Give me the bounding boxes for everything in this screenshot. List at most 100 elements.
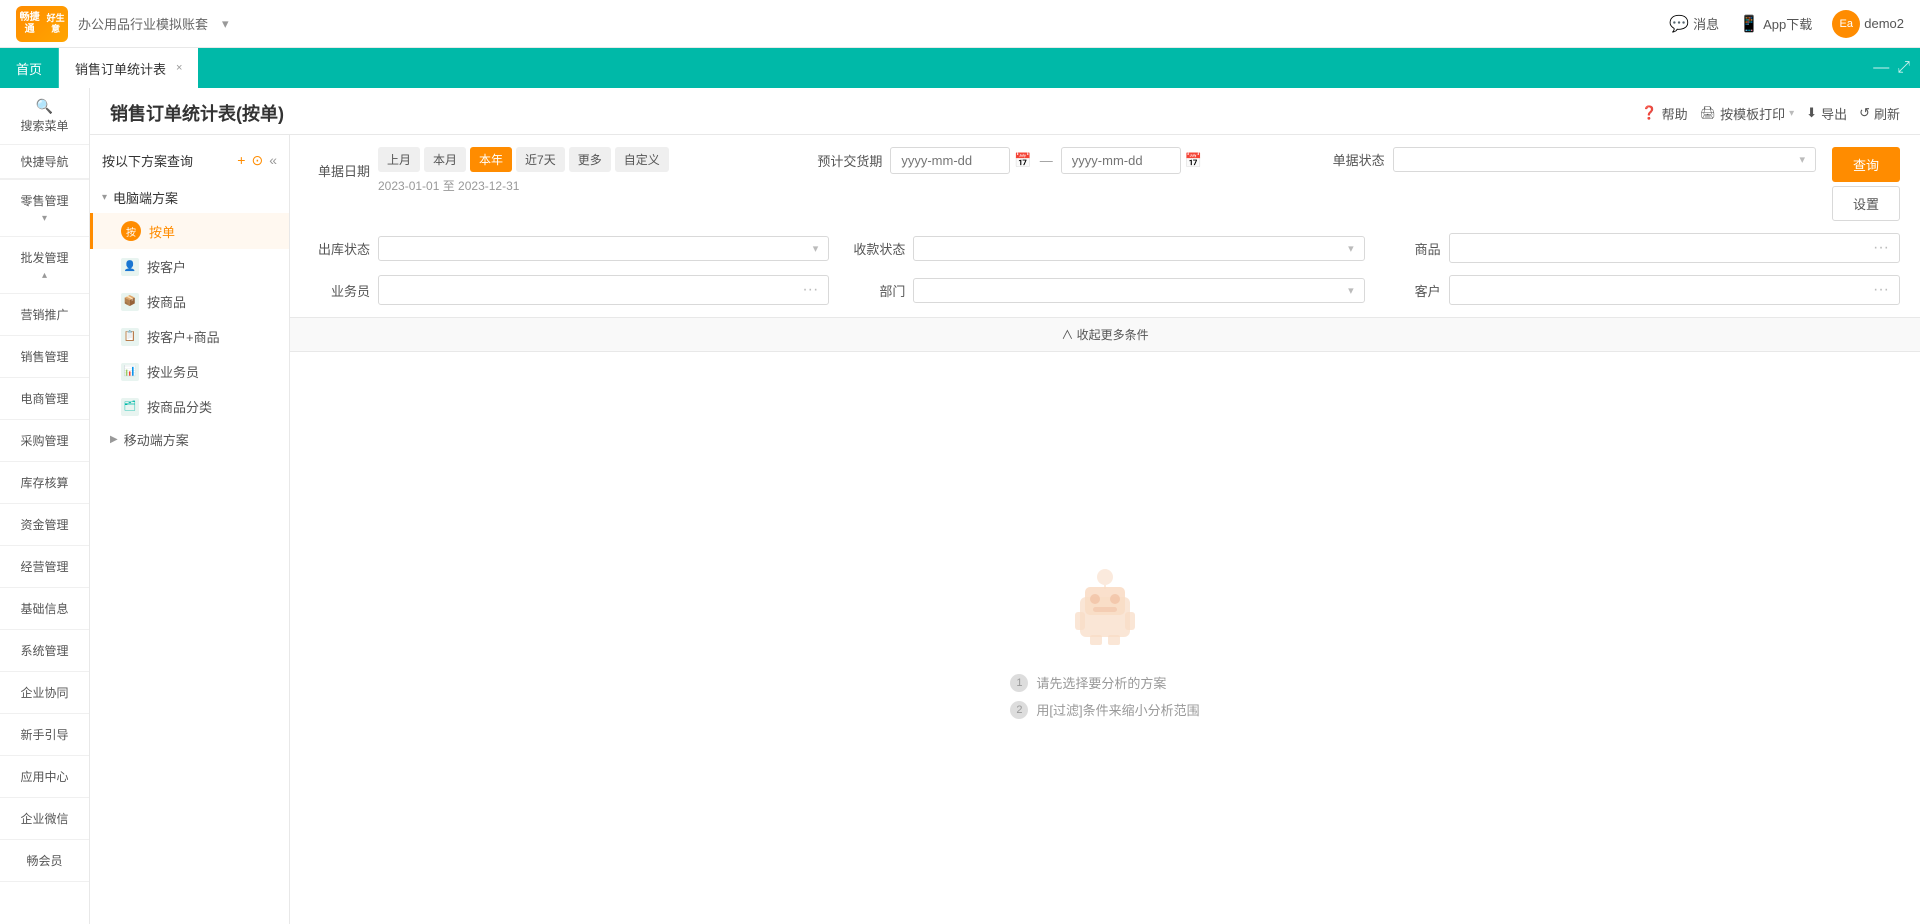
calendar-start-icon[interactable]: 📅 [1014,152,1031,169]
scheme-pc-category[interactable]: ▾ 电脑端方案 [90,182,289,213]
avatar: Ea [1832,10,1860,38]
message-btn[interactable]: 💬 消息 [1669,14,1719,34]
maximize-icon[interactable]: ⤢ [1897,59,1910,77]
message-icon: 💬 [1669,14,1689,34]
nav-tabs: 首页 销售订单统计表 × — ⤢ [0,48,1920,88]
expected-date-start[interactable] [890,147,1010,174]
scheme-mobile-category[interactable]: ▶ 移动端方案 [90,424,289,455]
payment-status-select[interactable]: ▾ [913,236,1364,261]
scheme-collapse-btn[interactable]: « [269,152,277,169]
scheme-icon-goods-cat: 🗂 [121,398,139,416]
date-btn-this-year[interactable]: 本年 [470,147,512,172]
sidebar-item-enterprise[interactable]: 企业协同 [0,672,89,714]
empty-state: 1 请先选择要分析的方案 2 用[过滤]条件来缩小分析范围 [290,352,1920,924]
sidebar-item-sales[interactable]: 销售管理 [0,336,89,378]
page-actions: ❓ 帮助 🖨 按模板打印 ▾ ⬇ 导出 ↺ 刷新 [1641,104,1900,123]
page-header: 销售订单统计表(按单) ❓ 帮助 🖨 按模板打印 ▾ ⬇ 导出 ↺ 刷新 [90,88,1920,135]
sidebar-item-finance[interactable]: 资金管理 [0,504,89,546]
filter-panel: 按以下方案查询 + ⊙ « ▾ 电脑端方案 按 按单 [90,135,1920,924]
customer-more-icon[interactable]: ··· [1873,281,1889,299]
collapse-bar[interactable]: ∧ 收起更多条件 [290,318,1920,352]
scheme-item-by-salesman[interactable]: 📊 按业务员 [90,354,289,389]
topbar: 畅捷通 好生意 办公用品行业模拟账套 ▾ 💬 消息 📱 App下载 Ea dem… [0,0,1920,48]
right-area: 单据日期 上月 本月 本年 近7天 更多 自定义 20 [290,135,1920,924]
department-select[interactable]: ▾ [913,278,1364,303]
stock-select-arrow: ▾ [813,242,819,255]
refresh-btn[interactable]: ↺ 刷新 [1859,104,1900,123]
nav-window-actions: — ⤢ [1873,59,1920,77]
sidebar-search[interactable]: 🔍 搜索菜单 [0,88,89,145]
export-btn[interactable]: ⬇ 导出 [1806,104,1847,123]
main-layout: 🔍 搜索菜单 快捷导航 零售管理 ▾ 批发管理 ▴ 营销推广 销售管理 电商管理… [0,88,1920,924]
payment-status-label: 收款状态 [845,239,905,258]
sidebar-item-ecommerce[interactable]: 电商管理 [0,378,89,420]
print-btn[interactable]: 🖨 按模板打印 ▾ [1700,104,1795,123]
chevron-up-icon: ▴ [42,270,47,281]
scheme-item-by-goods[interactable]: 📦 按商品 [90,284,289,319]
chevron-right-icon: ▶ [110,434,118,445]
export-icon: ⬇ [1806,105,1817,121]
goods-more-icon[interactable]: ··· [1873,239,1889,257]
tab-close-icon[interactable]: × [176,62,182,74]
date-btn-7days[interactable]: 近7天 [516,147,565,172]
date-label: 单据日期 [310,161,370,180]
expected-date-end[interactable] [1061,147,1181,174]
empty-tip-1: 1 请先选择要分析的方案 [1010,673,1199,692]
sidebar-item-basic-info[interactable]: 基础信息 [0,588,89,630]
topbar-right: 💬 消息 📱 App下载 Ea demo2 [1669,10,1904,38]
calendar-end-icon[interactable]: 📅 [1185,152,1202,169]
sidebar-item-operations[interactable]: 经营管理 [0,546,89,588]
sidebar-item-marketing[interactable]: 营销推广 [0,294,89,336]
topbar-left: 畅捷通 好生意 办公用品行业模拟账套 ▾ [16,6,229,42]
salesman-more-icon[interactable]: ··· [802,281,818,299]
sidebar-item-member[interactable]: 畅会员 [0,840,89,882]
sidebar-item-newbie[interactable]: 新手引导 [0,714,89,756]
scheme-item-by-customer-goods[interactable]: 📋 按客户+商品 [90,319,289,354]
download-icon: 📱 [1739,14,1759,34]
print-icon: 🖨 [1700,105,1717,121]
sidebar-item-inventory[interactable]: 库存核算 [0,462,89,504]
scheme-item-by-goods-cat[interactable]: 🗂 按商品分类 [90,389,289,424]
sidebar-item-apps[interactable]: 应用中心 [0,756,89,798]
tab-home[interactable]: 首页 [0,48,59,88]
help-btn[interactable]: ❓ 帮助 [1641,104,1687,123]
sidebar-item-retail[interactable]: 零售管理 ▾ [0,180,89,237]
scheme-icon-salesman: 📊 [121,363,139,381]
query-actions: 查询 设置 [1832,147,1900,221]
scheme-item-by-customer[interactable]: 👤 按客户 [90,249,289,284]
tip-num-2: 2 [1010,701,1028,719]
salesman-label: 业务员 [310,281,370,300]
scheme-add-btn[interactable]: + [237,152,245,169]
expected-date-label: 预计交货期 [817,151,882,170]
content-area: 销售订单统计表(按单) ❓ 帮助 🖨 按模板打印 ▾ ⬇ 导出 ↺ 刷新 [90,88,1920,924]
customer-select[interactable]: ··· [1449,275,1900,305]
bill-status-select[interactable]: ▾ [1393,147,1816,172]
sidebar-item-wechat[interactable]: 企业微信 [0,798,89,840]
date-btn-custom[interactable]: 自定义 [615,147,669,172]
app-dropdown-icon[interactable]: ▾ [222,16,229,32]
user-profile[interactable]: Ea demo2 [1832,10,1904,38]
app-download-btn[interactable]: 📱 App下载 [1739,14,1812,34]
goods-select[interactable]: ··· [1449,233,1900,263]
empty-illustration [1055,557,1155,657]
query-btn[interactable]: 查询 [1832,147,1900,182]
dept-select-arrow: ▾ [1348,284,1354,297]
stock-status-select[interactable]: ▾ [378,236,829,261]
sidebar-item-purchase[interactable]: 采购管理 [0,420,89,462]
settings-btn[interactable]: 设置 [1832,186,1900,221]
date-btn-this-month[interactable]: 本月 [424,147,466,172]
empty-tips: 1 请先选择要分析的方案 2 用[过滤]条件来缩小分析范围 [1010,673,1199,719]
chevron-up-icon: ∧ [1061,328,1073,342]
sidebar-nav-shortcut[interactable]: 快捷导航 [0,145,89,179]
scheme-settings-btn[interactable]: ⊙ [251,152,263,169]
sidebar-item-wholesale[interactable]: 批发管理 ▴ [0,237,89,294]
scheme-item-by-order[interactable]: 按 按单 [90,213,289,249]
logo: 畅捷通 好生意 [16,6,68,42]
page-title: 销售订单统计表(按单) [110,100,284,126]
date-btn-last-month[interactable]: 上月 [378,147,420,172]
minimize-icon[interactable]: — [1873,59,1889,77]
salesman-select[interactable]: ··· [378,275,829,305]
sidebar-item-system[interactable]: 系统管理 [0,630,89,672]
date-btn-more[interactable]: 更多 [569,147,611,172]
tab-sales-order[interactable]: 销售订单统计表 × [59,48,198,88]
